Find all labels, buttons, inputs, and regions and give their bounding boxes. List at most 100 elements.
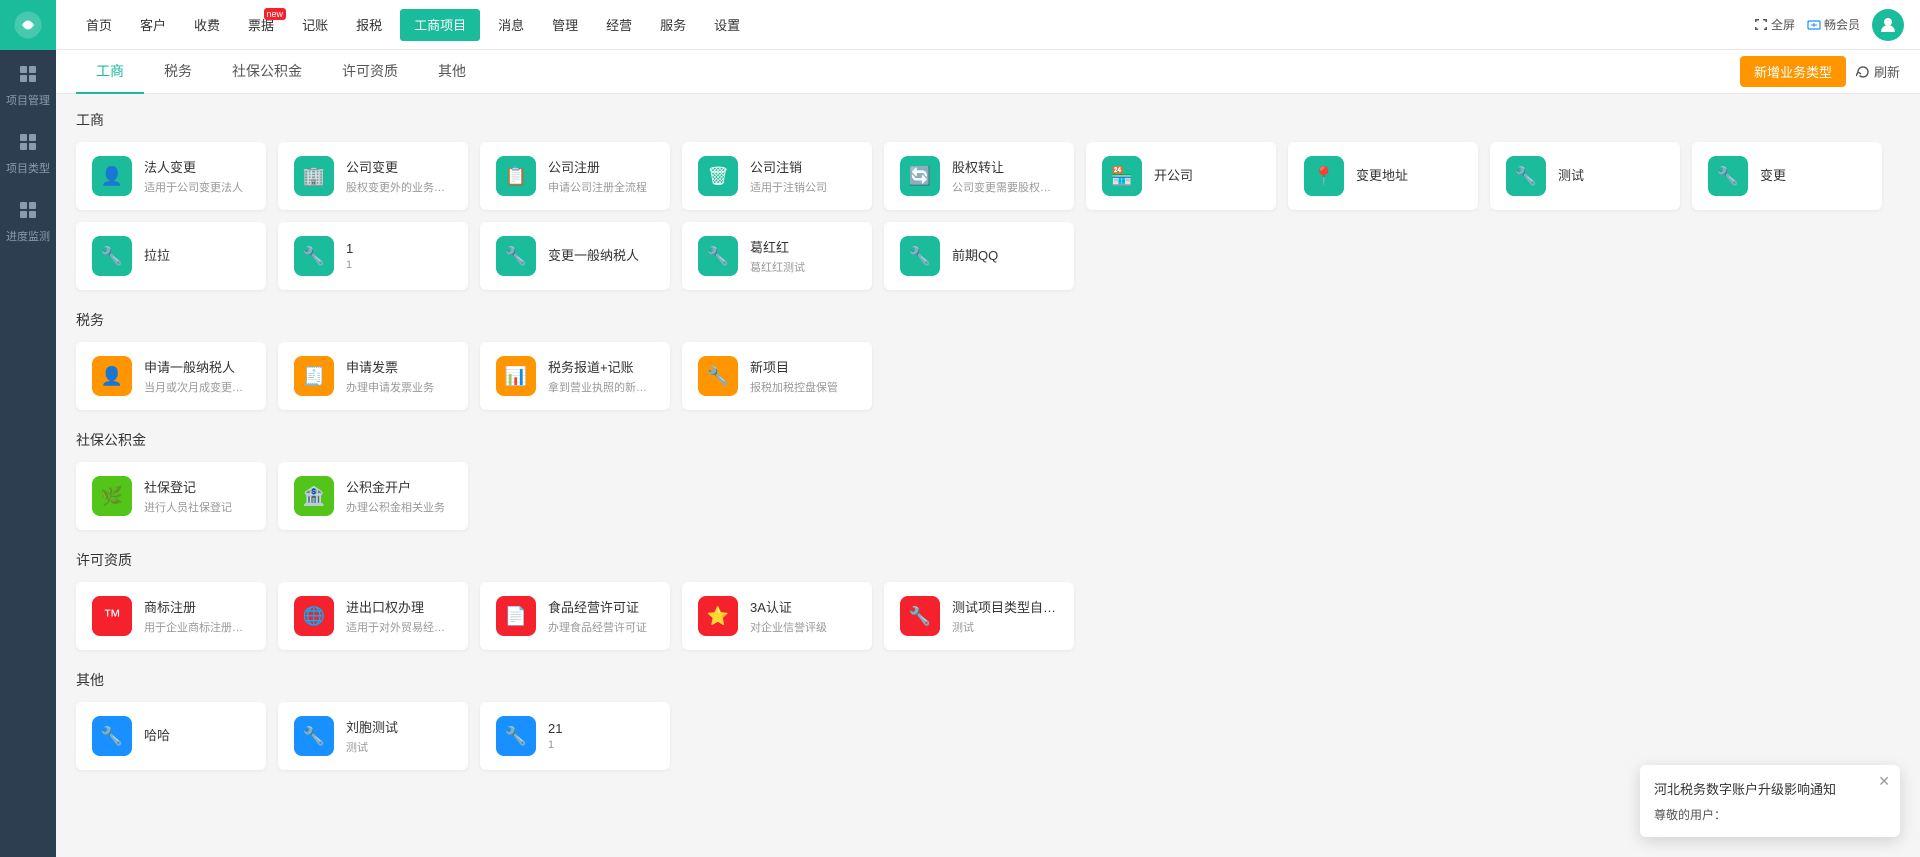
card-new-project[interactable]: 🔧 新项目 报税加税控盘保管 <box>682 342 872 410</box>
card-name: 变更一般纳税人 <box>548 245 654 264</box>
card-twenty-one[interactable]: 🔧 21 1 <box>480 702 670 770</box>
card-food-license[interactable]: 📄 食品经营许可证 办理食品经营许可证 <box>480 582 670 650</box>
card-name: 变更地址 <box>1356 165 1462 184</box>
card-haha[interactable]: 🔧 哈哈 <box>76 702 266 770</box>
sidebar-item-project-type[interactable]: 项目类型 <box>0 118 56 186</box>
card-name: 测试项目类型自定义 <box>952 597 1058 616</box>
card-name: 社保登记 <box>144 477 250 496</box>
card-icon-company-register: 📋 <box>496 156 536 196</box>
other-cards: 🔧 哈哈 🔧 刘胞测试 测试 🔧 21 <box>76 702 1900 770</box>
main-content: 工商 👤 法人变更 适用于公司变更法人 🏢 公司变更 股权变更外的业务变更 <box>56 94 1920 806</box>
card-company-change[interactable]: 🏢 公司变更 股权变更外的业务变更 <box>278 142 468 210</box>
badge-new: new <box>264 8 287 21</box>
card-legal-change[interactable]: 👤 法人变更 适用于公司变更法人 <box>76 142 266 210</box>
card-company-cancel[interactable]: 🗑 公司注销 适用于注销公司 <box>682 142 872 210</box>
card-3a-cert[interactable]: ⭐ 3A认证 对企业信誉评级 <box>682 582 872 650</box>
card-liupao-test[interactable]: 🔧 刘胞测试 测试 <box>278 702 468 770</box>
add-type-button[interactable]: 新增业务类型 <box>1740 56 1846 87</box>
card-trademark[interactable]: ™ 商标注册 用于企业商标注册服务 <box>76 582 266 650</box>
card-desc: 1 <box>346 259 452 271</box>
card-equity-transfer[interactable]: 🔄 股权转让 公司变更需要股权转让 <box>884 142 1074 210</box>
card-name: 食品经营许可证 <box>548 597 654 616</box>
tab-bar: 工商 税务 社保公积金 许可资质 其他 新增业务类型 刷新 <box>56 50 1920 94</box>
sidebar-item-progress-monitor[interactable]: 进度监测 <box>0 186 56 254</box>
tab-social[interactable]: 社保公积金 <box>212 50 322 94</box>
card-desc: 报税加税控盘保管 <box>750 379 856 395</box>
card-desc: 测试 <box>346 739 452 755</box>
card-one[interactable]: 🔧 1 1 <box>278 222 468 290</box>
fullscreen-button[interactable]: 全屏 <box>1754 16 1795 33</box>
topnav-service[interactable]: 服务 <box>646 0 700 50</box>
card-desc: 适用于注销公司 <box>750 179 856 195</box>
grid-icon <box>14 60 42 88</box>
topnav-manage[interactable]: 管理 <box>538 0 592 50</box>
tab-industry[interactable]: 工商 <box>76 50 144 94</box>
topnav-operation[interactable]: 经营 <box>592 0 646 50</box>
user-avatar[interactable] <box>1872 9 1904 41</box>
card-gehonghong[interactable]: 🔧 葛红红 葛红红测试 <box>682 222 872 290</box>
topnav-industry[interactable]: 工商项目 <box>400 9 480 41</box>
notification-close-button[interactable]: ✕ <box>1878 773 1890 790</box>
card-fund-account[interactable]: 🏦 公积金开户 办理公积金相关业务 <box>278 462 468 530</box>
card-change-taxpayer[interactable]: 🔧 变更一般纳税人 <box>480 222 670 290</box>
card-change-address[interactable]: 📍 变更地址 <box>1288 142 1478 210</box>
topnav-billing[interactable]: 收费 <box>180 0 234 50</box>
card-desc: 1 <box>548 739 654 751</box>
card-desc: 适用于公司变更法人 <box>144 179 250 195</box>
tab-license[interactable]: 许可资质 <box>322 50 418 94</box>
card-test[interactable]: 🔧 测试 <box>1490 142 1680 210</box>
topnav-tax[interactable]: 报税 <box>342 0 396 50</box>
card-apply-taxpayer[interactable]: 👤 申请一般纳税人 当月或次月成变更完成 <box>76 342 266 410</box>
topnav-home[interactable]: 首页 <box>72 0 126 50</box>
member-button[interactable]: 畅会员 <box>1807 16 1860 33</box>
topnav-ticket[interactable]: 票据 new <box>234 0 288 50</box>
card-name: 拉拉 <box>144 245 250 264</box>
card-name: 新项目 <box>750 357 856 376</box>
sidebar-item-project-mgmt[interactable]: 项目管理 <box>0 50 56 118</box>
topnav-accounting[interactable]: 记账 <box>288 0 342 50</box>
card-import-export[interactable]: 🌐 进出口权办理 适用于对外贸易经营者 <box>278 582 468 650</box>
card-change[interactable]: 🔧 变更 <box>1692 142 1882 210</box>
topnav-settings[interactable]: 设置 <box>700 0 754 50</box>
card-apply-invoice[interactable]: 🧾 申请发票 办理申请发票业务 <box>278 342 468 410</box>
notification-popup: ✕ 河北税务数字账户升级影响通知 尊敬的用户： <box>1640 765 1900 837</box>
tab-other[interactable]: 其他 <box>418 50 486 94</box>
card-test-type[interactable]: 🔧 测试项目类型自定义 测试 <box>884 582 1074 650</box>
card-icon-gehonghong: 🔧 <box>698 236 738 276</box>
card-desc: 对企业信誉评级 <box>750 619 856 635</box>
card-name: 测试 <box>1558 165 1664 184</box>
section-title-license: 许可资质 <box>76 550 1900 570</box>
card-name: 法人变更 <box>144 157 250 176</box>
notification-title: 河北税务数字账户升级影响通知 <box>1654 779 1886 798</box>
card-desc: 进行人员社保登记 <box>144 499 250 515</box>
card-name: 股权转让 <box>952 157 1058 176</box>
card-icon-change-address: 📍 <box>1304 156 1344 196</box>
card-desc: 拿到营业执照的新公司 <box>548 379 654 395</box>
card-icon-one: 🔧 <box>294 236 334 276</box>
card-icon-apply-invoice: 🧾 <box>294 356 334 396</box>
card-name: 公积金开户 <box>346 477 452 496</box>
chart-icon <box>14 196 42 224</box>
card-qianqi-qq[interactable]: 🔧 前期QQ <box>884 222 1074 290</box>
card-company-register[interactable]: 📋 公司注册 申请公司注册全流程 <box>480 142 670 210</box>
card-icon-fund-account: 🏦 <box>294 476 334 516</box>
tab-bar-right: 新增业务类型 刷新 <box>1740 56 1900 87</box>
card-desc: 办理申请发票业务 <box>346 379 452 395</box>
card-open-company[interactable]: 🏪 开公司 <box>1086 142 1276 210</box>
member-label: 畅会员 <box>1824 16 1860 33</box>
card-desc: 办理食品经营许可证 <box>548 619 654 635</box>
card-lala[interactable]: 🔧 拉拉 <box>76 222 266 290</box>
topnav-client[interactable]: 客户 <box>126 0 180 50</box>
refresh-button[interactable]: 刷新 <box>1856 62 1900 81</box>
card-social-register[interactable]: 🌿 社保登记 进行人员社保登记 <box>76 462 266 530</box>
card-name: 1 <box>346 241 452 256</box>
card-tax-report[interactable]: 📊 税务报道+记账 拿到营业执照的新公司 <box>480 342 670 410</box>
tag-icon <box>14 128 42 156</box>
logo[interactable] <box>0 0 56 50</box>
topnav-message[interactable]: 消息 <box>484 0 538 50</box>
card-icon-equity-transfer: 🔄 <box>900 156 940 196</box>
card-desc: 测试 <box>952 619 1058 635</box>
license-cards: ™ 商标注册 用于企业商标注册服务 🌐 进出口权办理 适用于对外贸易经营者 📄 <box>76 582 1900 650</box>
card-name: 公司注册 <box>548 157 654 176</box>
tab-tax[interactable]: 税务 <box>144 50 212 94</box>
